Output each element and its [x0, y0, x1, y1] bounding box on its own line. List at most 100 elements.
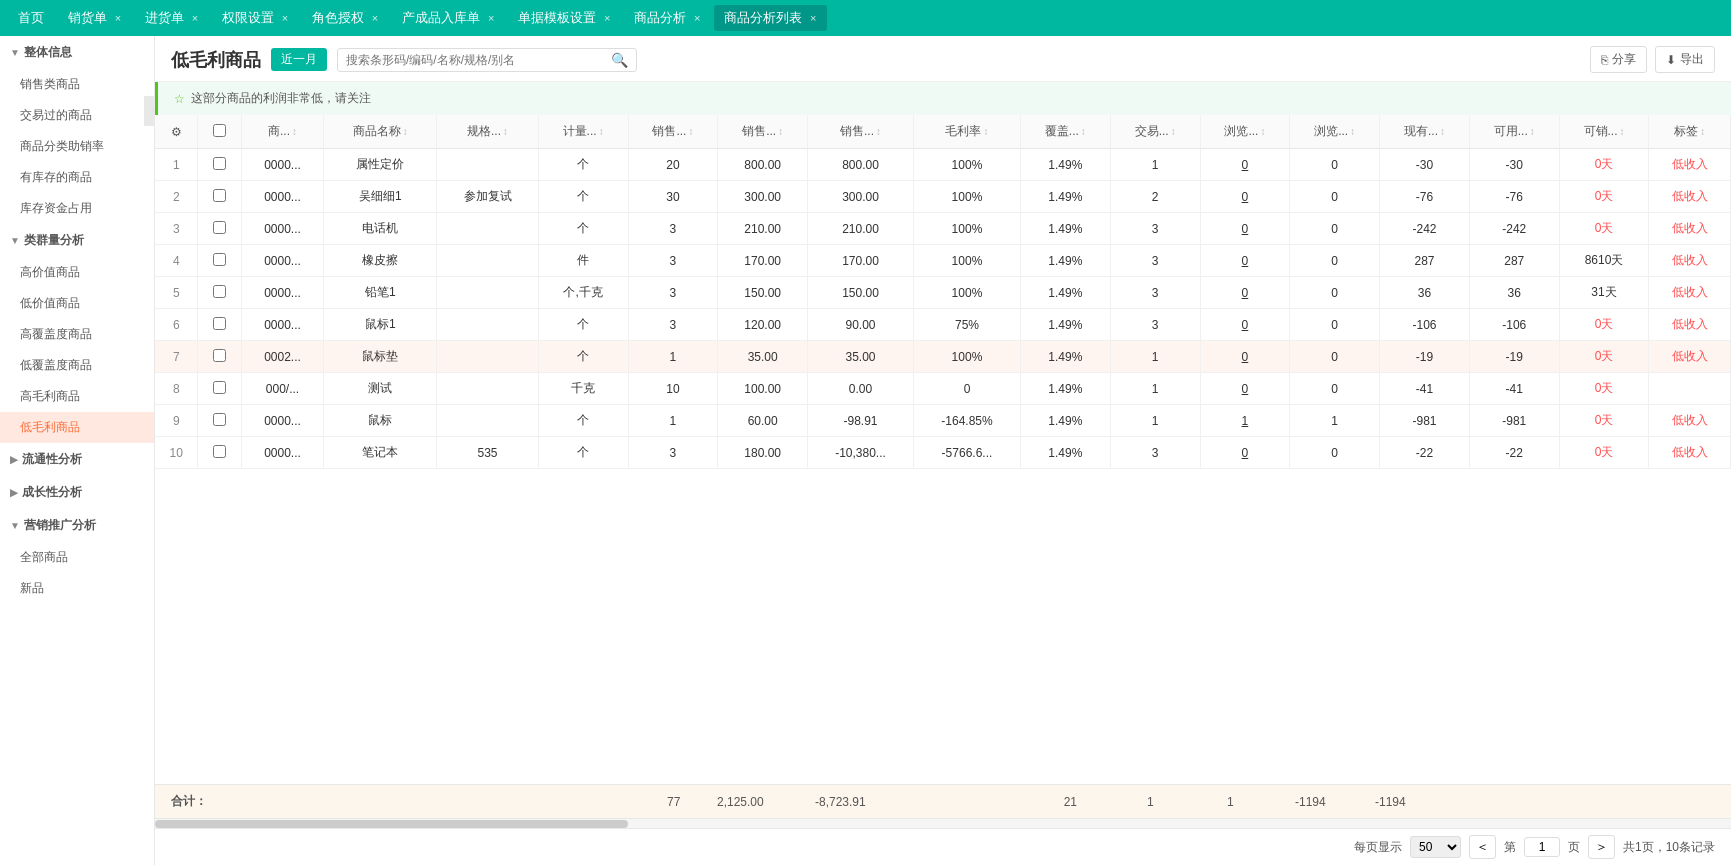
sidebar-item-high-coverage[interactable]: 高覆盖度商品: [0, 319, 154, 350]
cell-view1[interactable]: 1: [1200, 405, 1290, 437]
sidebar-item-capital[interactable]: 库存资金占用: [0, 193, 154, 224]
share-button[interactable]: ⎘ 分享: [1590, 46, 1647, 73]
data-table-wrapper[interactable]: ⚙ 商...↕ 商品名称↕ 规格...↕ 计量...↕ 销售...↕ 销售...…: [155, 115, 1731, 784]
cell-view1[interactable]: 0: [1200, 437, 1290, 469]
cell-view2: 0: [1290, 245, 1380, 277]
sidebar-item-high-value[interactable]: 高价值商品: [0, 257, 154, 288]
cell-view1[interactable]: 0: [1200, 309, 1290, 341]
cell-checkbox[interactable]: [198, 213, 241, 245]
cell-view1[interactable]: 0: [1200, 213, 1290, 245]
sidebar-item-traded-goods[interactable]: 交易过的商品: [0, 100, 154, 131]
col-name[interactable]: 商品名称↕: [324, 115, 437, 149]
sidebar-item-category-assist[interactable]: 商品分类助销率: [0, 131, 154, 162]
cell-checkbox[interactable]: [198, 149, 241, 181]
row-checkbox[interactable]: [213, 349, 226, 362]
export-button[interactable]: ⬇ 导出: [1655, 46, 1715, 73]
close-icon[interactable]: ×: [604, 12, 610, 24]
col-checkbox[interactable]: [198, 115, 241, 149]
row-checkbox[interactable]: [213, 157, 226, 170]
nav-home[interactable]: 首页: [8, 5, 54, 31]
nav-role-auth[interactable]: 角色授权 ×: [302, 5, 388, 31]
horizontal-scrollbar[interactable]: [155, 818, 1731, 828]
col-view2[interactable]: 浏览...↕: [1290, 115, 1380, 149]
close-icon[interactable]: ×: [810, 12, 816, 24]
cell-checkbox[interactable]: [198, 437, 241, 469]
sidebar-item-in-stock[interactable]: 有库存的商品: [0, 162, 154, 193]
nav-product-stock[interactable]: 产成品入库单 ×: [392, 5, 504, 31]
nav-product-analysis[interactable]: 商品分析 ×: [624, 5, 710, 31]
cell-view1[interactable]: 0: [1200, 245, 1290, 277]
row-checkbox[interactable]: [213, 445, 226, 458]
nav-purchase-order[interactable]: 进货单 ×: [135, 5, 208, 31]
col-sales-qty[interactable]: 销售...↕: [628, 115, 718, 149]
nav-product-analysis-list[interactable]: 商品分析列表 ×: [714, 5, 826, 31]
sidebar-group-liquidity[interactable]: ▶ 流通性分析: [0, 443, 154, 476]
row-checkbox[interactable]: [213, 317, 226, 330]
col-gross-rate[interactable]: 毛利率↕: [913, 115, 1020, 149]
sidebar-item-high-margin[interactable]: 高毛利商品: [0, 381, 154, 412]
sidebar-item-new-goods[interactable]: 新品: [0, 573, 154, 604]
select-all-checkbox[interactable]: [213, 124, 226, 137]
col-spec[interactable]: 规格...↕: [437, 115, 538, 149]
close-icon[interactable]: ×: [282, 12, 288, 24]
next-page-button[interactable]: ＞: [1588, 835, 1615, 859]
cell-checkbox[interactable]: [198, 181, 241, 213]
cell-unit: 千克: [538, 373, 628, 405]
cell-view1[interactable]: 0: [1200, 341, 1290, 373]
scrollbar-thumb[interactable]: [155, 820, 628, 828]
col-current[interactable]: 现有...↕: [1380, 115, 1470, 149]
col-available[interactable]: 可用...↕: [1469, 115, 1559, 149]
cell-gross-rate: 0: [913, 373, 1020, 405]
sidebar-group-growth[interactable]: ▶ 成长性分析: [0, 476, 154, 509]
col-sales-profit[interactable]: 销售...↕: [808, 115, 914, 149]
filter-recent-month-button[interactable]: 近一月: [271, 48, 327, 71]
page-number-input[interactable]: [1524, 837, 1560, 857]
nav-template-settings[interactable]: 单据模板设置 ×: [508, 5, 620, 31]
col-sellable[interactable]: 可销...↕: [1559, 115, 1649, 149]
row-checkbox[interactable]: [213, 285, 226, 298]
close-icon[interactable]: ×: [372, 12, 378, 24]
per-page-select[interactable]: 50 20 100: [1410, 836, 1461, 858]
sidebar-item-all-goods[interactable]: 全部商品: [0, 542, 154, 573]
row-checkbox[interactable]: [213, 253, 226, 266]
cell-view1[interactable]: 0: [1200, 181, 1290, 213]
close-icon[interactable]: ×: [192, 12, 198, 24]
col-view1[interactable]: 浏览...↕: [1200, 115, 1290, 149]
col-settings[interactable]: ⚙: [155, 115, 198, 149]
sidebar-group-cluster[interactable]: ▼ 类群量分析: [0, 224, 154, 257]
col-unit[interactable]: 计量...↕: [538, 115, 628, 149]
row-checkbox[interactable]: [213, 189, 226, 202]
sidebar-group-marketing[interactable]: ▼ 营销推广分析: [0, 509, 154, 542]
col-deal[interactable]: 交易...↕: [1110, 115, 1200, 149]
close-icon[interactable]: ×: [694, 12, 700, 24]
cell-checkbox[interactable]: [198, 341, 241, 373]
cell-checkbox[interactable]: [198, 245, 241, 277]
sidebar-collapse-button[interactable]: 《: [144, 96, 155, 126]
col-sales-price[interactable]: 销售...↕: [718, 115, 808, 149]
cell-view1[interactable]: 0: [1200, 373, 1290, 405]
sidebar-item-low-value[interactable]: 低价值商品: [0, 288, 154, 319]
col-coverage[interactable]: 覆盖...↕: [1020, 115, 1110, 149]
sidebar-item-low-margin[interactable]: 低毛利商品: [0, 412, 154, 443]
cell-checkbox[interactable]: [198, 405, 241, 437]
sidebar-item-low-coverage[interactable]: 低覆盖度商品: [0, 350, 154, 381]
cell-view1[interactable]: 0: [1200, 277, 1290, 309]
nav-permission-settings[interactable]: 权限设置 ×: [212, 5, 298, 31]
col-tag[interactable]: 标签↕: [1649, 115, 1731, 149]
cell-checkbox[interactable]: [198, 277, 241, 309]
sidebar-group-overall[interactable]: ▼ 整体信息: [0, 36, 154, 69]
cell-checkbox[interactable]: [198, 373, 241, 405]
search-input[interactable]: [346, 53, 611, 67]
close-icon[interactable]: ×: [488, 12, 494, 24]
cell-view1[interactable]: 0: [1200, 149, 1290, 181]
col-code[interactable]: 商...↕: [241, 115, 324, 149]
row-checkbox[interactable]: [213, 413, 226, 426]
row-checkbox[interactable]: [213, 221, 226, 234]
cell-checkbox[interactable]: [198, 309, 241, 341]
sidebar-item-sales-goods[interactable]: 销售类商品: [0, 69, 154, 100]
nav-sales-order[interactable]: 销货单 ×: [58, 5, 131, 31]
cell-available: -19: [1469, 341, 1559, 373]
close-icon[interactable]: ×: [115, 12, 121, 24]
prev-page-button[interactable]: ＜: [1469, 835, 1496, 859]
row-checkbox[interactable]: [213, 381, 226, 394]
